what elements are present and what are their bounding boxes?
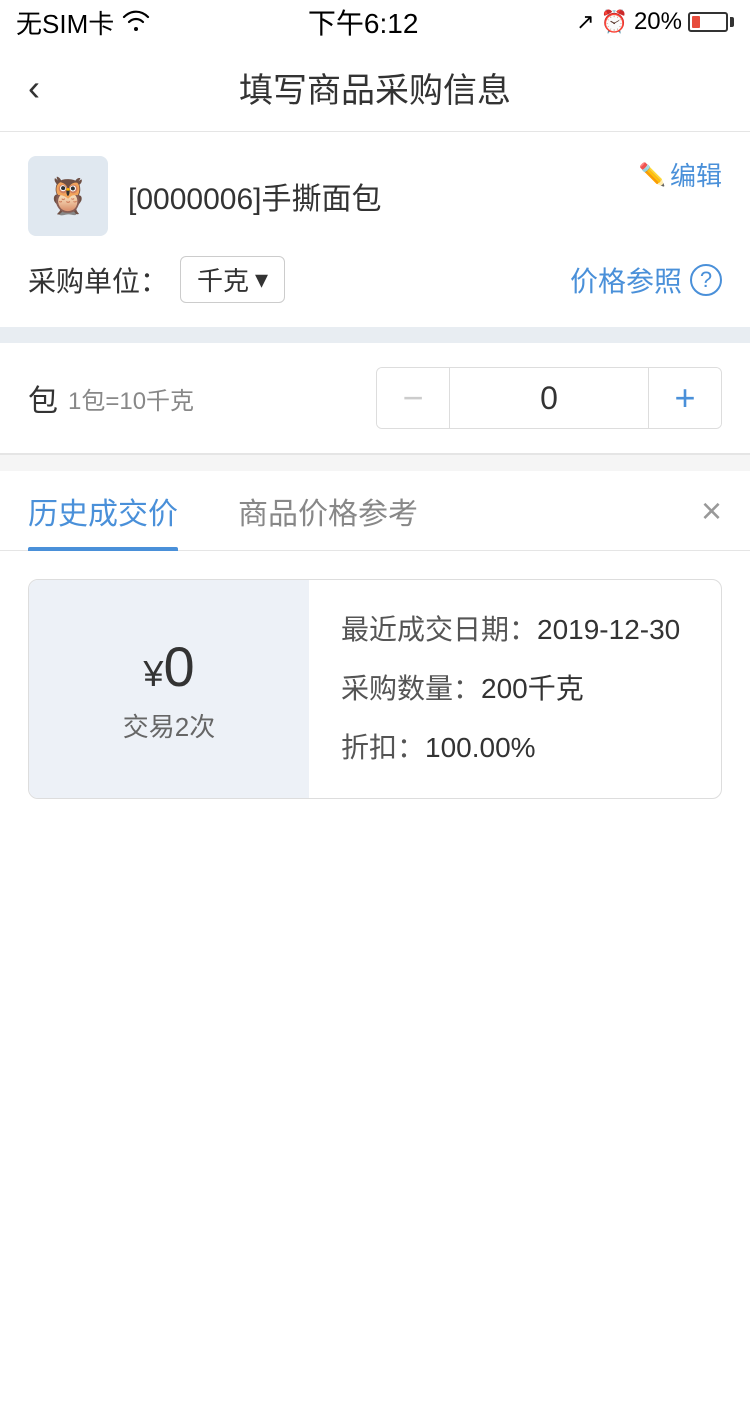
tabs-close-button[interactable]: × <box>701 490 722 532</box>
battery-icon <box>688 12 734 32</box>
alarm-icon: ⏰ <box>601 9 628 35</box>
quantity-divider <box>0 453 750 455</box>
page-body-remainder <box>0 827 750 1427</box>
unit-value: 千克 <box>197 261 249 298</box>
product-unit-row: 采购单位： 千克 ▾ 价格参照 ? <box>28 256 722 303</box>
unit-select[interactable]: 千克 ▾ <box>180 256 285 303</box>
unit-arrow-icon: ▾ <box>255 264 268 295</box>
tab-product-price-ref[interactable]: 商品价格参考 <box>238 471 418 551</box>
product-name: [0000006]手撕面包 <box>128 174 381 218</box>
tab-product-price-ref-label: 商品价格参考 <box>238 489 418 533</box>
status-bar-time: 下午6:12 <box>308 2 419 42</box>
price-ref-button[interactable]: 价格参照 ? <box>570 260 722 300</box>
price-number: 0 <box>163 635 194 698</box>
price-trade-count: 交易2次 <box>123 707 215 744</box>
tab-history-price[interactable]: 历史成交价 <box>28 471 178 551</box>
nav-header: ‹ 填写商品采购信息 <box>0 44 750 132</box>
price-date-value: 2019-12-30 <box>537 614 680 645</box>
product-left: 🦉 [0000006]手撕面包 <box>28 156 381 236</box>
price-date-row: 最近成交日期：2019-12-30 <box>341 608 689 653</box>
battery-percent: 20% <box>634 8 682 36</box>
question-icon: ? <box>690 264 722 296</box>
currency-symbol: ¥ <box>143 653 163 694</box>
status-bar-left: 无SIM卡 <box>16 4 150 41</box>
price-qty-label: 采购数量： <box>341 673 481 704</box>
back-button[interactable]: ‹ <box>28 67 40 109</box>
status-bar-right: ↗ ⏰ 20% <box>576 8 734 36</box>
price-card: ¥0 交易2次 最近成交日期：2019-12-30 采购数量：200千克 折扣：… <box>28 579 722 799</box>
tabs-list: 历史成交价 商品价格参考 <box>28 471 418 551</box>
page-title: 填写商品采购信息 <box>239 63 511 112</box>
price-date-label: 最近成交日期： <box>341 614 537 645</box>
price-display: ¥0 <box>143 634 194 699</box>
product-top: 🦉 [0000006]手撕面包 ✏️ 编辑 <box>28 156 722 236</box>
quantity-plus-button[interactable]: + <box>649 368 721 428</box>
price-discount-label: 折扣： <box>341 732 425 763</box>
quantity-minus-button[interactable]: − <box>377 368 449 428</box>
product-thumbnail-icon: 🦉 <box>46 175 91 217</box>
price-card-left: ¥0 交易2次 <box>29 580 309 798</box>
edit-icon: ✏️ <box>639 162 666 188</box>
tabs-header: 历史成交价 商品价格参考 × <box>0 471 750 551</box>
price-ref-label: 价格参照 <box>570 260 682 300</box>
edit-label: 编辑 <box>670 156 722 193</box>
section-divider <box>0 327 750 343</box>
quantity-input[interactable] <box>449 368 649 428</box>
product-section: 🦉 [0000006]手撕面包 ✏️ 编辑 采购单位： 千克 ▾ 价格参照 ? <box>0 132 750 327</box>
product-thumbnail: 🦉 <box>28 156 108 236</box>
unit-prefix: 采购单位： <box>28 260 168 300</box>
price-card-area: ¥0 交易2次 最近成交日期：2019-12-30 采购数量：200千克 折扣：… <box>0 551 750 827</box>
quantity-conversion: 1包=10千克 <box>68 381 194 416</box>
price-qty-row: 采购数量：200千克 <box>341 667 689 712</box>
quantity-row: 包 1包=10千克 − + <box>0 343 750 453</box>
price-discount-row: 折扣：100.00% <box>341 726 689 771</box>
price-qty-value: 200千克 <box>481 673 584 704</box>
quantity-label: 包 1包=10千克 <box>28 376 194 420</box>
edit-button[interactable]: ✏️ 编辑 <box>639 156 722 193</box>
tabs-section: 历史成交价 商品价格参考 × ¥0 交易2次 最近成交日期：2019-12-30 <box>0 471 750 827</box>
tab-active-indicator <box>28 547 178 551</box>
price-card-right: 最近成交日期：2019-12-30 采购数量：200千克 折扣：100.00% <box>309 580 721 798</box>
price-discount-value: 100.00% <box>425 732 536 763</box>
carrier-text: 无SIM卡 <box>16 4 114 41</box>
quantity-unit: 包 <box>28 376 58 420</box>
tab-history-price-label: 历史成交价 <box>28 489 178 533</box>
wifi-icon <box>122 7 150 38</box>
quantity-controls: − + <box>376 367 722 429</box>
location-icon: ↗ <box>576 9 594 35</box>
status-bar: 无SIM卡 下午6:12 ↗ ⏰ 20% <box>0 0 750 44</box>
